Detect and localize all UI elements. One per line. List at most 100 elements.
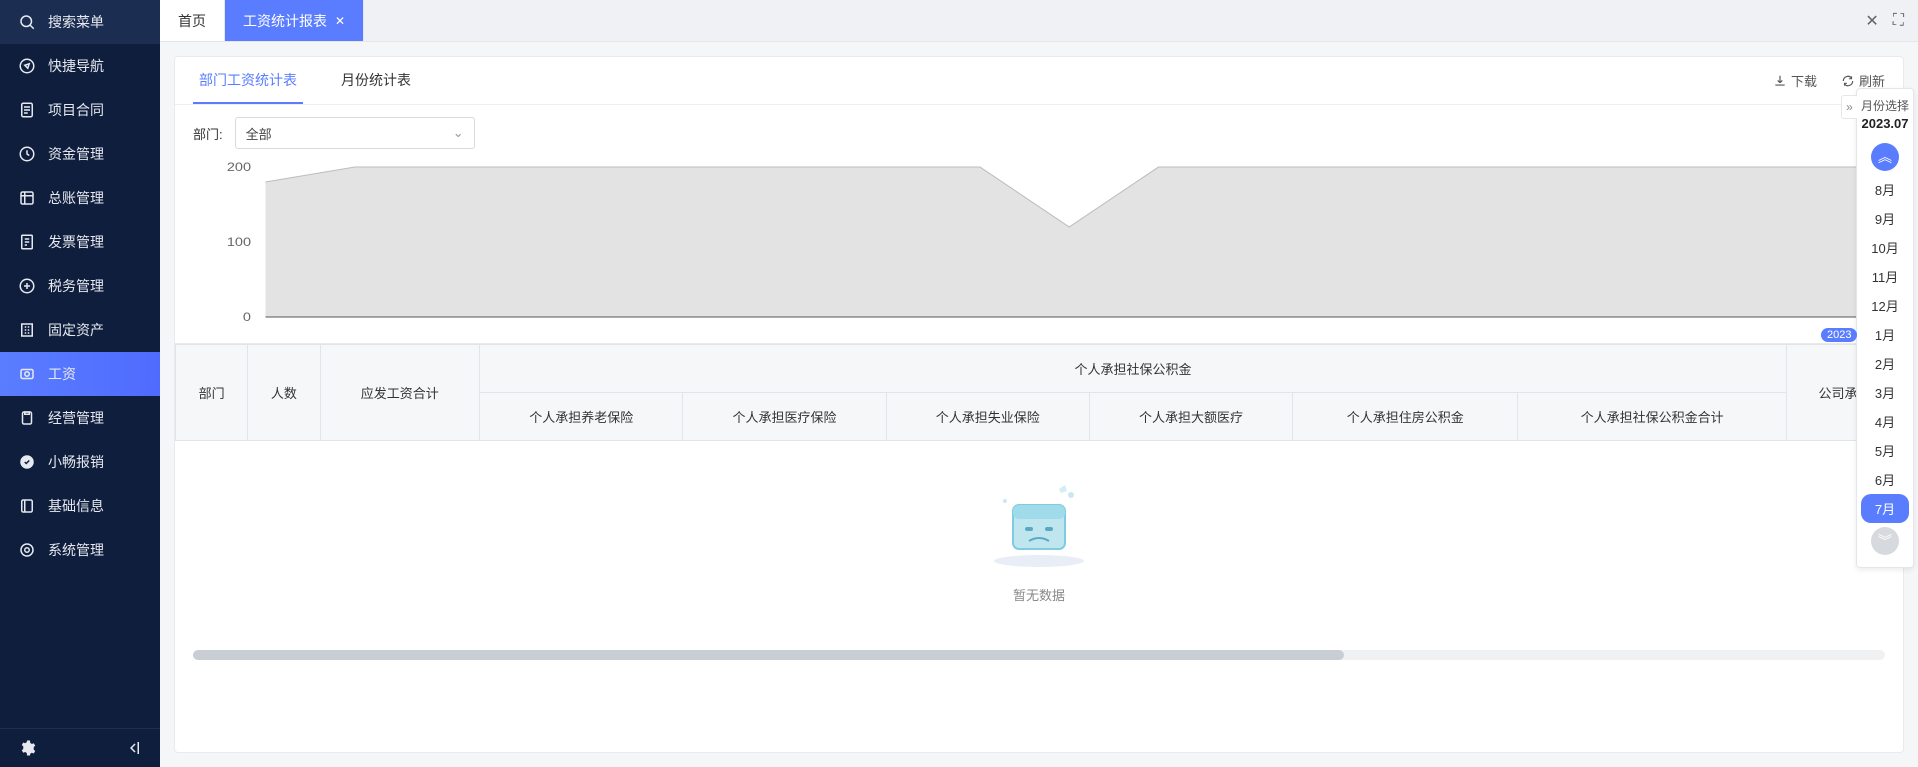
svg-text:200: 200 [227,160,251,174]
app-root: 搜索菜单快捷导航项目合同资金管理总账管理发票管理税务管理固定资产工资经营管理小畅… [0,0,1918,767]
sidebar: 搜索菜单快捷导航项目合同资金管理总账管理发票管理税务管理固定资产工资经营管理小畅… [0,0,160,767]
tab-home[interactable]: 首页 [160,0,225,41]
content: 部门工资统计表 月份统计表 下载 [160,42,1918,767]
month-panel-prev-icon[interactable]: ︽ [1871,143,1899,171]
table-empty-state: 暂无数据 [175,441,1903,644]
month-option[interactable]: 2月 [1861,349,1909,378]
col-medical: 个人承担医疗保险 [683,393,886,441]
download-label: 下载 [1791,71,1817,90]
reimburse-icon [18,453,36,471]
subtab-label: 月份统计表 [341,70,411,90]
sidebar-item-salary[interactable]: 工资 [0,352,160,396]
sidebar-item-label: 系统管理 [48,540,104,560]
tab-salary-report-label: 工资统计报表 [243,11,327,31]
month-option[interactable]: 8月 [1861,175,1909,204]
subtab-month-stats[interactable]: 月份统计表 [335,57,417,104]
month-option[interactable]: 1月2023 [1861,320,1909,349]
col-largemed: 个人承担大额医疗 [1089,393,1292,441]
col-total: 应发工资合计 [320,345,480,441]
sidebar-item-label: 搜索菜单 [48,12,104,32]
sidebar-item-label: 快捷导航 [48,56,104,76]
horizontal-scrollbar[interactable] [193,650,1885,660]
book-icon [18,497,36,515]
download-button[interactable]: 下载 [1773,71,1817,90]
dept-filter-label: 部门: [193,124,223,143]
svg-text:100: 100 [227,235,251,249]
fullscreen-icon[interactable]: ⛶ [1893,12,1904,30]
col-unemploy: 个人承担失业保险 [886,393,1089,441]
chevron-down-icon: ⌄ [453,125,464,141]
col-subtotal: 个人承担社保公积金合计 [1518,393,1787,441]
sidebar-item-quicknav[interactable]: 快捷导航 [0,44,160,88]
settings-icon[interactable] [18,739,36,757]
tax-icon [18,277,36,295]
salary-table: 部门 人数 应发工资合计 个人承担社保公积金 公司承担 个人承担养老保险 个人承… [175,344,1903,441]
building-icon [18,321,36,339]
close-all-tabs-icon[interactable]: ✕ [1865,11,1878,31]
year-badge: 2023 [1821,328,1857,342]
gear-ring-icon [18,541,36,559]
sidebar-item-invoice[interactable]: 发票管理 [0,220,160,264]
sidebar-item-label: 项目合同 [48,100,104,120]
sidebar-item-funds[interactable]: 资金管理 [0,132,160,176]
scrollbar-thumb[interactable] [193,650,1344,660]
month-option[interactable]: 7月 [1861,494,1909,523]
sidebar-item-search[interactable]: 搜索菜单 [0,0,160,44]
month-panel-next-icon[interactable]: ︾ [1871,527,1899,555]
month-option[interactable]: 12月 [1861,291,1909,320]
col-dept: 部门 [176,345,248,441]
clipboard-icon [18,409,36,427]
month-option[interactable]: 6月 [1861,465,1909,494]
month-option[interactable]: 3月 [1861,378,1909,407]
sidebar-item-baseinfo[interactable]: 基础信息 [0,484,160,528]
sidebar-item-label: 发票管理 [48,232,104,252]
month-option[interactable]: 10月 [1861,233,1909,262]
refresh-icon [1841,74,1855,88]
month-option[interactable]: 11月 [1861,262,1909,291]
tab-salary-report[interactable]: 工资统计报表 ✕ [225,0,364,41]
ledger-icon [18,189,36,207]
empty-text: 暂无数据 [1013,585,1065,604]
month-option[interactable]: 9月 [1861,204,1909,233]
sidebar-item-expense[interactable]: 小畅报销 [0,440,160,484]
sidebar-footer [0,728,160,767]
sidebar-item-label: 固定资产 [48,320,104,340]
tabbar-spacer [364,0,1851,41]
search-icon [18,13,36,31]
area-chart: 0100200 [193,157,1885,337]
sidebar-item-label: 资金管理 [48,144,104,164]
sidebar-item-label: 工资 [48,364,76,384]
sidebar-item-label: 总账管理 [48,188,104,208]
month-panel-toggle-icon[interactable]: » [1841,95,1857,119]
subtab-label: 部门工资统计表 [199,70,297,90]
table-container: 部门 人数 应发工资合计 个人承担社保公积金 公司承担 个人承担养老保险 个人承… [175,343,1903,644]
month-option[interactable]: 5月 [1861,436,1909,465]
compass-icon [18,57,36,75]
table-scroll[interactable]: 部门 人数 应发工资合计 个人承担社保公积金 公司承担 个人承担养老保险 个人承… [175,343,1903,441]
sidebar-spacer [0,572,160,728]
dept-filter-select[interactable]: 全部 ⌄ [235,117,475,149]
collapse-sidebar-icon[interactable] [124,739,142,757]
card: 部门工资统计表 月份统计表 下载 [174,56,1904,753]
tab-bar: 首页 工资统计报表 ✕ ✕ ⛶ [160,0,1918,42]
sidebar-item-tax[interactable]: 税务管理 [0,264,160,308]
sidebar-item-assets[interactable]: 固定资产 [0,308,160,352]
sidebar-item-ledger[interactable]: 总账管理 [0,176,160,220]
tabbar-actions: ✕ ⛶ [1851,0,1918,41]
empty-illustration-icon [979,471,1099,571]
subtab-row: 部门工资统计表 月份统计表 下载 [175,57,1903,105]
subtab-dept-salary[interactable]: 部门工资统计表 [193,57,303,104]
main-area: 首页 工资统计报表 ✕ ✕ ⛶ 部门工资统计表 月份统 [160,0,1918,767]
month-option[interactable]: 4月 [1861,407,1909,436]
month-selector-panel: » 月份选择 2023.07 ︽ 8月9月10月11月12月1月20232月3月… [1856,88,1914,568]
sidebar-item-label: 基础信息 [48,496,104,516]
sidebar-item-ops[interactable]: 经营管理 [0,396,160,440]
sidebar-item-contract[interactable]: 项目合同 [0,88,160,132]
sidebar-item-label: 税务管理 [48,276,104,296]
toolbar: 部门: 全部 ⌄ [175,105,1903,157]
dept-filter-value: 全部 [246,124,272,143]
col-group-personal: 个人承担社保公积金 [480,345,1787,393]
chart-container: 0100200 [175,157,1903,343]
tab-close-icon[interactable]: ✕ [335,14,345,28]
sidebar-item-system[interactable]: 系统管理 [0,528,160,572]
